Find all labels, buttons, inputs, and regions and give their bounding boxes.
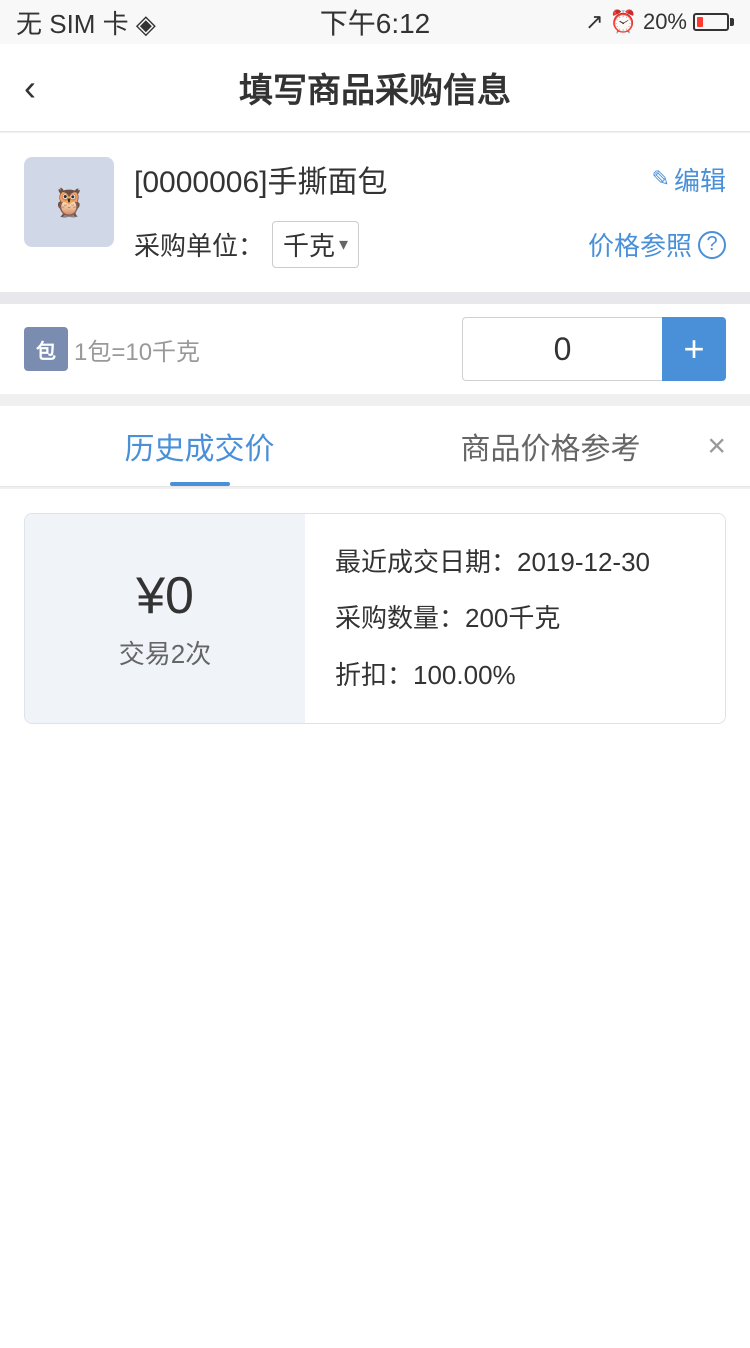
battery-percent: 20% — [643, 9, 687, 35]
qty-unit-box: 包 1包=10千克 — [24, 327, 200, 371]
status-bar: 无 SIM 卡 ◈ 下午6:12 ↗ ⏰ 20% — [0, 0, 750, 44]
nav-bar: ‹ 填写商品采购信息 — [0, 44, 750, 132]
unit-label: 采购单位： — [134, 226, 264, 263]
product-thumbnail: 🦉 — [24, 157, 114, 247]
dropdown-icon: ▾ — [339, 234, 348, 255]
qty-unit-hint: 1包=10千克 — [74, 332, 200, 367]
qty-input-area: 0 + — [216, 317, 726, 381]
back-button[interactable]: ‹ — [24, 67, 36, 109]
qty-input[interactable]: 0 — [462, 317, 662, 381]
recent-date: 最近成交日期：2019-12-30 — [335, 544, 695, 580]
tab-underline — [170, 482, 230, 486]
price-card-right: 最近成交日期：2019-12-30 采购数量：200千克 折扣：100.00% — [305, 514, 725, 723]
product-unit-row: 采购单位： 千克 ▾ 价格参照 ? — [134, 221, 726, 268]
edit-button[interactable]: ✎ 编辑 — [652, 161, 726, 198]
price-card-left: ¥0 交易2次 — [25, 514, 305, 723]
unit-value: 千克 — [283, 226, 335, 263]
price-card: ¥0 交易2次 最近成交日期：2019-12-30 采购数量：200千克 折扣：… — [24, 513, 726, 724]
tab-product-price-ref[interactable]: 商品价格参考 — [375, 406, 726, 486]
price-amount: ¥0 — [136, 566, 194, 626]
location-icon: ↗ — [585, 9, 603, 35]
status-time: 下午6:12 — [320, 2, 431, 42]
history-price-section: ¥0 交易2次 最近成交日期：2019-12-30 采购数量：200千克 折扣：… — [0, 489, 750, 748]
qty-plus-button[interactable]: + — [662, 317, 726, 381]
status-right: ↗ ⏰ 20% — [585, 9, 734, 35]
alarm-icon: ⏰ — [610, 9, 637, 35]
unit-select[interactable]: 千克 ▾ — [272, 221, 359, 268]
price-ref-question-icon: ? — [698, 231, 726, 259]
page-title: 填写商品采购信息 — [239, 63, 511, 112]
separator — [0, 292, 750, 304]
tab-history-label: 历史成交价 — [125, 424, 275, 468]
tab-history-price[interactable]: 历史成交价 — [24, 406, 375, 486]
tabs-bar: 历史成交价 商品价格参考 × — [0, 406, 750, 487]
product-info: [0000006]手撕面包 ✎ 编辑 采购单位： 千克 ▾ 价格参照 ? — [134, 157, 726, 268]
close-button[interactable]: × — [707, 428, 726, 465]
status-left: 无 SIM 卡 ◈ — [16, 4, 156, 41]
bottom-area — [0, 748, 750, 1348]
product-name: [0000006]手撕面包 — [134, 157, 387, 201]
quantity-row: 包 1包=10千克 0 + — [0, 304, 750, 394]
product-thumb-icon: 🦉 — [52, 186, 87, 219]
discount: 折扣：100.00% — [335, 657, 695, 693]
tab-price-ref-label: 商品价格参考 — [461, 424, 641, 468]
edit-icon: ✎ — [652, 166, 670, 192]
purchase-qty: 采购数量：200千克 — [335, 600, 695, 636]
product-card: 🦉 [0000006]手撕面包 ✎ 编辑 采购单位： 千克 ▾ 价格参照 ? — [0, 133, 750, 292]
edit-label: 编辑 — [674, 161, 726, 198]
price-ref-label: 价格参照 — [588, 226, 692, 263]
product-header: [0000006]手撕面包 ✎ 编辑 — [134, 157, 726, 201]
price-trade-count: 交易2次 — [119, 634, 211, 671]
price-ref-button[interactable]: 价格参照 ? — [588, 226, 726, 263]
battery-icon — [693, 13, 734, 31]
qty-unit-icon: 包 — [24, 327, 68, 371]
